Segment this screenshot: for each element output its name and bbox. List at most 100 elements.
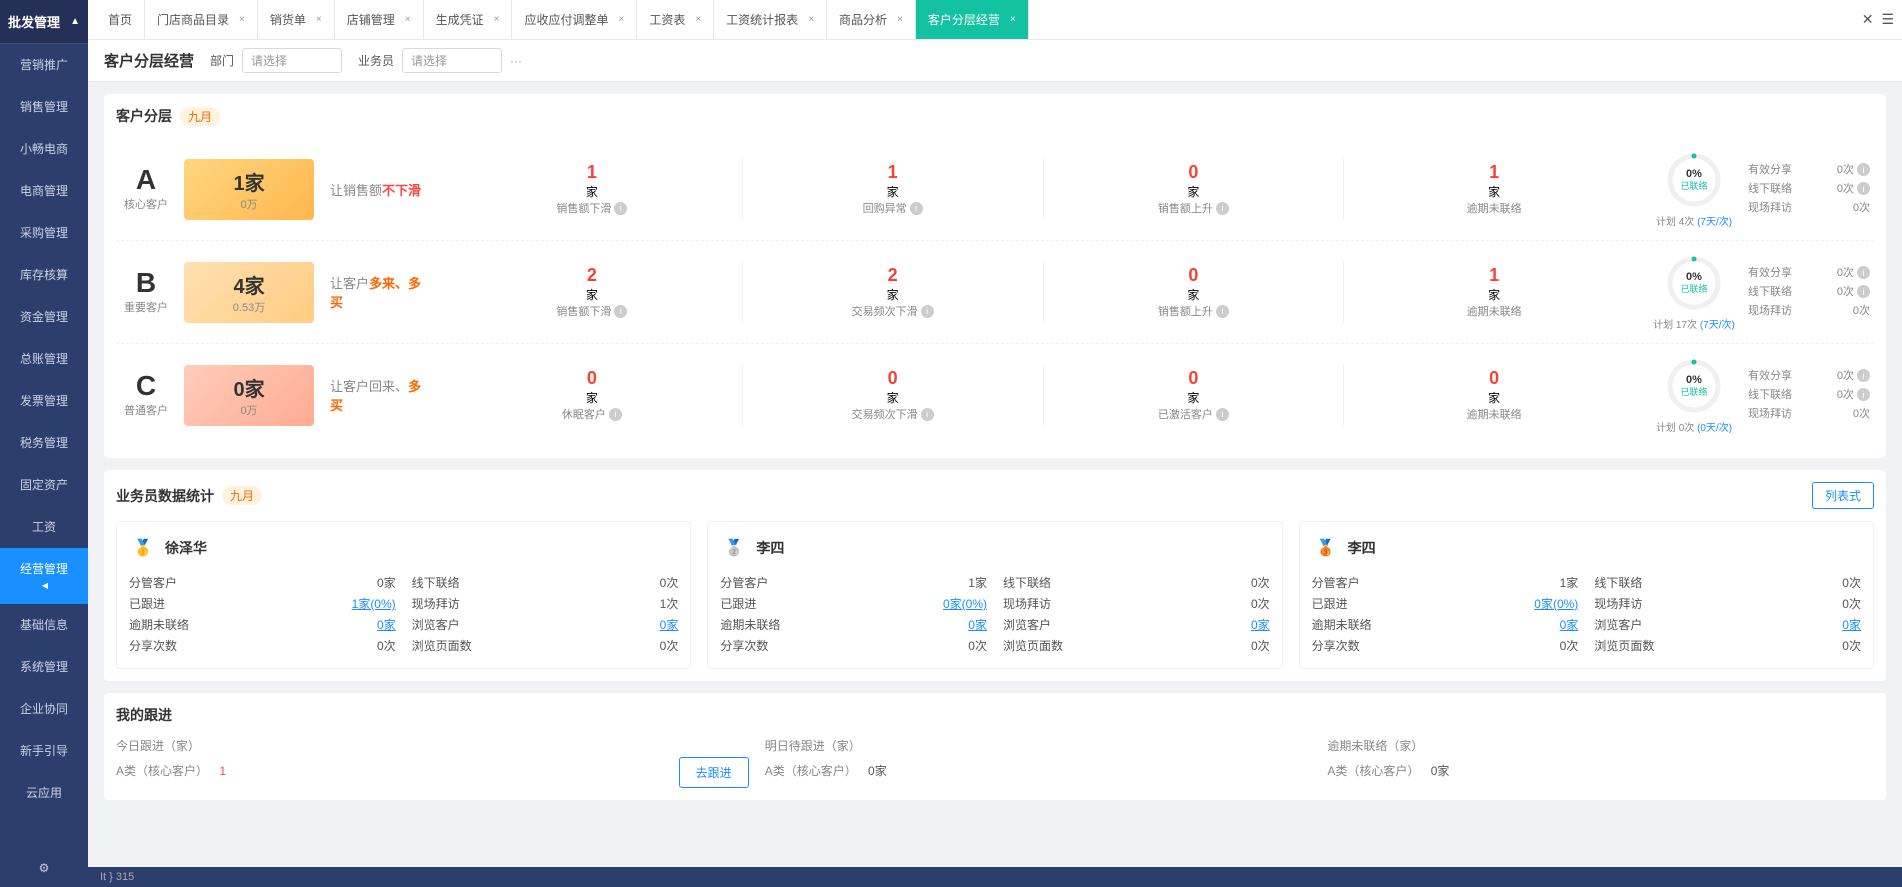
tab-customer-tier[interactable]: 客户分层经营 × xyxy=(916,0,1029,40)
sidebar-item-guide[interactable]: 新手引导 xyxy=(0,730,88,772)
sidebar-item-ecommerce-small[interactable]: 小畅电商 xyxy=(0,128,88,170)
tab-store-products[interactable]: 门店商品目录 × xyxy=(145,0,258,40)
gear-icon[interactable]: ⚙ xyxy=(0,849,88,887)
info-icon[interactable]: i xyxy=(910,202,923,215)
bottom-bar: It } 315 xyxy=(88,867,1902,887)
tier-b-slogan: 让客户多来、多买 xyxy=(322,273,442,311)
sidebar: 批发管理 ▲ 营销推广 销售管理 小畅电商 电商管理 采购管理 库存核算 资金管… xyxy=(0,0,88,887)
tab-menu-icon[interactable]: ☰ xyxy=(1881,11,1894,28)
dept-select[interactable]: 请选择 xyxy=(242,48,342,73)
tab-close-icon[interactable]: × xyxy=(239,14,245,25)
tier-a-slogan: 让销售额不下滑 xyxy=(322,180,442,199)
info-icon[interactable]: i xyxy=(1857,369,1870,382)
sidebar-item-fixed-assets[interactable]: 固定资产 xyxy=(0,464,88,506)
svg-text:已联络: 已联络 xyxy=(1680,283,1707,294)
tab-payroll[interactable]: 工资表 × xyxy=(637,0,714,40)
staff-stats-title: 业务员数据统计 xyxy=(116,486,214,506)
tier-b-progress-circle: 0% 已联络 xyxy=(1664,253,1724,313)
info-icon[interactable]: i xyxy=(1857,285,1870,298)
staff-header-0: 🥇 徐泽华 xyxy=(129,534,678,562)
tab-close-icon[interactable]: × xyxy=(405,14,411,25)
info-icon[interactable]: i xyxy=(921,305,934,318)
info-icon[interactable]: i xyxy=(1857,388,1870,401)
sidebar-item-management[interactable]: 经营管理 ◀ xyxy=(0,548,88,604)
tier-c-progress-circle: 0% 已联络 xyxy=(1664,356,1724,416)
sidebar-item-tax[interactable]: 税务管理 xyxy=(0,422,88,464)
tab-close-icon[interactable]: × xyxy=(494,14,500,25)
list-view-button[interactable]: 列表式 xyxy=(1812,482,1874,509)
sidebar-item-cloud[interactable]: 云应用 xyxy=(0,772,88,814)
tier-a-circle: 0% 已联络 计划 4次 (7天/次) xyxy=(1644,146,1744,232)
tab-bar-end: ✕ ☰ xyxy=(1854,11,1894,28)
staff-name-1: 李四 xyxy=(756,538,784,558)
tier-c-plan: 计划 0次 (0天/次) xyxy=(1648,419,1740,434)
tab-close-icon[interactable]: × xyxy=(695,14,701,25)
info-icon[interactable]: i xyxy=(609,408,622,421)
tab-home[interactable]: 首页 xyxy=(96,0,145,40)
tier-c-right-stats: 有效分享 0次 i 线下联络 0次 i 现场拜访 0次 xyxy=(1744,367,1874,424)
tier-b-count-box: 4家 0.53万 xyxy=(184,262,314,323)
sidebar-item-ledger[interactable]: 总账管理 xyxy=(0,338,88,380)
tab-close-icon[interactable]: × xyxy=(808,14,814,25)
tab-sales-order[interactable]: 销货单 × xyxy=(258,0,335,40)
tab-payroll-report[interactable]: 工资统计报表 × xyxy=(714,0,827,40)
info-icon[interactable]: i xyxy=(1216,305,1229,318)
goto-followup-button[interactable]: 去跟进 xyxy=(679,757,749,788)
sidebar-item-sales[interactable]: 销售管理 xyxy=(0,86,88,128)
svg-text:已联络: 已联络 xyxy=(1680,386,1707,397)
info-icon[interactable]: i xyxy=(1857,266,1870,279)
sidebar-logo: 批发管理 ▲ xyxy=(0,0,88,44)
staff-avatar-0: 🥇 xyxy=(129,534,157,562)
tab-store-manage[interactable]: 店铺管理 × xyxy=(335,0,424,40)
staff-stats-section: 业务员数据统计 九月 列表式 🥇 徐泽华 分管客户 0家 xyxy=(104,470,1886,681)
info-icon[interactable]: i xyxy=(614,202,627,215)
main-area: 首页 门店商品目录 × 销货单 × 店铺管理 × 生成凭证 × 应收应付调整单 … xyxy=(88,0,1902,887)
tier-c-stat-0: 0家 休眠客户 i xyxy=(442,364,743,426)
tier-b-label: B 重要客户 xyxy=(116,269,176,315)
tab-close-active-icon[interactable]: × xyxy=(1010,14,1016,25)
svg-text:0%: 0% xyxy=(1686,271,1702,283)
sidebar-collapse-icon[interactable]: ▲ xyxy=(70,16,80,27)
sidebar-item-purchase[interactable]: 采购管理 xyxy=(0,212,88,254)
today-followup-col: 今日跟进（家） A类（核心客户） 1 xyxy=(116,737,663,779)
staff-select[interactable]: 请选择 xyxy=(402,48,502,73)
more-options-icon[interactable]: ··· xyxy=(510,54,522,68)
info-icon[interactable]: i xyxy=(921,408,934,421)
sidebar-item-inventory[interactable]: 库存核算 xyxy=(0,254,88,296)
tier-a-progress-circle: 0% 已联络 xyxy=(1664,150,1724,210)
tier-c-row: C 普通客户 0家 0万 让客户回来、多买 0家 休眠客户 xyxy=(116,344,1874,446)
customer-tier-month: 九月 xyxy=(180,107,220,126)
info-icon[interactable]: i xyxy=(1216,408,1229,421)
followup-title: 我的跟进 xyxy=(116,705,1874,725)
sidebar-item-system[interactable]: 系统管理 xyxy=(0,646,88,688)
tab-ar-adjust[interactable]: 应收应付调整单 × xyxy=(512,0,637,40)
tab-close-all-icon[interactable]: ✕ xyxy=(1862,11,1874,28)
tab-close-icon[interactable]: × xyxy=(897,14,903,25)
info-icon[interactable]: i xyxy=(1857,182,1870,195)
sidebar-item-collab[interactable]: 企业协同 xyxy=(0,688,88,730)
sidebar-item-marketing[interactable]: 营销推广 xyxy=(0,44,88,86)
tier-a-stat-0: 1家 销售额下滑 i xyxy=(442,158,743,220)
tier-b-right-stats: 有效分享 0次 i 线下联络 0次 i 现场拜访 0次 xyxy=(1744,264,1874,321)
tier-a-stat-1: 1家 回购异常 i xyxy=(743,158,1044,220)
tomorrow-followup-label: 明日待跟进（家） xyxy=(765,737,1312,754)
tab-close-icon[interactable]: × xyxy=(316,14,322,25)
sidebar-item-finance[interactable]: 资金管理 xyxy=(0,296,88,338)
info-icon[interactable]: i xyxy=(1216,202,1229,215)
sidebar-item-ecommerce[interactable]: 电商管理 xyxy=(0,170,88,212)
tier-c-stats: 0家 休眠客户 i 0家 交易频次下滑 i 0家 xyxy=(442,364,1644,426)
info-icon[interactable]: i xyxy=(1857,163,1870,176)
tier-b-circle: 0% 已联络 计划 17次 (7天/次) xyxy=(1644,249,1744,335)
tier-c-slogan: 让客户回来、多买 xyxy=(322,376,442,414)
followup-grid: 今日跟进（家） A类（核心客户） 1 去跟进 明日待跟进（家） A类（核心客户）… xyxy=(116,737,1874,788)
sidebar-item-invoice[interactable]: 发票管理 xyxy=(0,380,88,422)
info-icon[interactable]: i xyxy=(614,305,627,318)
sidebar-item-basic-info[interactable]: 基础信息 xyxy=(0,604,88,646)
followup-section: 我的跟进 今日跟进（家） A类（核心客户） 1 去跟进 明日待跟进（家） A类（… xyxy=(104,693,1886,800)
tab-product-analysis[interactable]: 商品分析 × xyxy=(827,0,916,40)
sidebar-item-salary[interactable]: 工资 xyxy=(0,506,88,548)
tab-voucher[interactable]: 生成凭证 × xyxy=(424,0,513,40)
dept-filter: 部门 请选择 xyxy=(210,48,342,73)
tab-close-icon[interactable]: × xyxy=(618,14,624,25)
staff-avatar-2: 🥉 xyxy=(1312,534,1340,562)
